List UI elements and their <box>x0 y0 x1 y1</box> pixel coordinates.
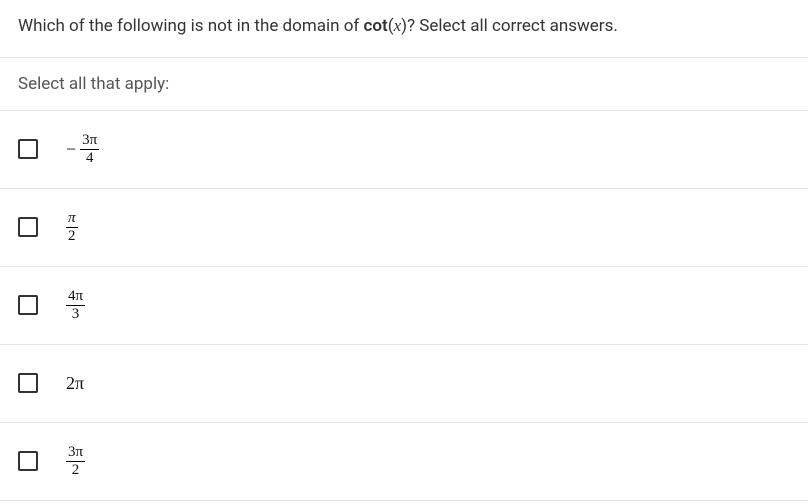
denominator: 4 <box>84 150 96 166</box>
numerator: 3π <box>80 133 99 150</box>
checkbox[interactable] <box>18 373 38 393</box>
option-label: 2π <box>66 373 84 394</box>
option-row[interactable]: π 2 <box>0 189 808 267</box>
checkbox[interactable] <box>18 139 38 159</box>
option-label: 3π 2 <box>66 445 85 478</box>
fraction: 3π 4 <box>80 133 99 166</box>
denominator: 2 <box>70 462 82 478</box>
numerator: π <box>66 211 78 228</box>
question-suffix: ? Select all correct answers. <box>407 16 618 36</box>
instruction-text: Select all that apply: <box>0 58 808 111</box>
checkbox[interactable] <box>18 217 38 237</box>
denominator: 3 <box>70 306 82 322</box>
question-prefix: Which of the following is not in the dom… <box>18 16 364 36</box>
denominator: 2 <box>66 228 78 244</box>
question-text: Which of the following is not in the dom… <box>0 0 808 58</box>
option-row[interactable]: 2π <box>0 345 808 423</box>
option-row[interactable]: − 3π 4 <box>0 111 808 189</box>
option-label: − 3π 4 <box>66 133 99 166</box>
option-label: π 2 <box>66 211 78 244</box>
checkbox[interactable] <box>18 295 38 315</box>
option-row[interactable]: 3π 2 <box>0 423 808 501</box>
fraction: 3π 2 <box>66 445 85 478</box>
question-func: cot <box>364 16 388 36</box>
question-var: x <box>394 16 402 35</box>
option-label: 4π 3 <box>66 289 85 322</box>
checkbox[interactable] <box>18 451 38 471</box>
negative-sign: − <box>66 139 76 160</box>
plain-value: 2π <box>66 373 84 394</box>
fraction: π 2 <box>66 211 78 244</box>
fraction: 4π 3 <box>66 289 85 322</box>
numerator: 4π <box>66 289 85 306</box>
numerator: 3π <box>66 445 85 462</box>
option-row[interactable]: 4π 3 <box>0 267 808 345</box>
